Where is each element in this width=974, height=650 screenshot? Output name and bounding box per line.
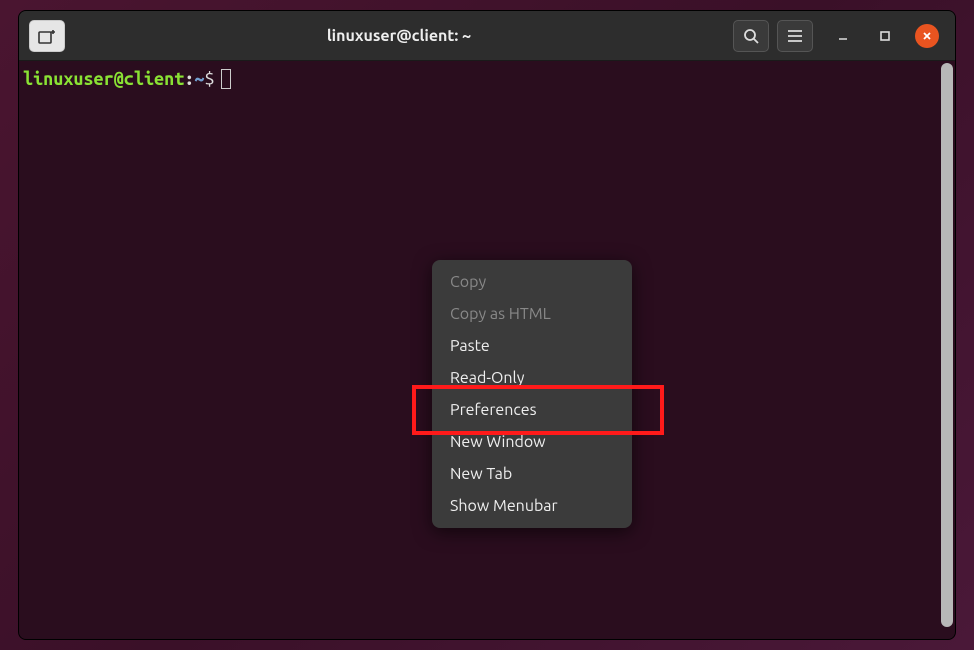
prompt-path: ~ <box>194 69 204 89</box>
search-icon <box>743 28 759 44</box>
maximize-icon <box>879 30 891 42</box>
menu-item-copy-as-html: Copy as HTML <box>432 298 632 330</box>
titlebar: linuxuser@client: ~ <box>19 11 955 61</box>
hamburger-icon <box>787 29 803 43</box>
prompt-colon: : <box>184 69 194 89</box>
window-title: linuxuser@client: ~ <box>73 27 725 45</box>
cursor <box>221 69 231 89</box>
menu-item-read-only[interactable]: Read-Only <box>432 362 632 394</box>
menu-item-new-tab[interactable]: New Tab <box>432 458 632 490</box>
scrollbar[interactable] <box>941 63 953 627</box>
prompt-dollar: $ <box>204 69 214 89</box>
close-icon <box>921 30 933 42</box>
prompt-user-host: linuxuser@client <box>23 69 184 89</box>
menu-item-preferences[interactable]: Preferences <box>432 394 632 426</box>
hamburger-menu-button[interactable] <box>777 20 813 52</box>
minimize-icon <box>837 30 849 42</box>
menu-item-new-window[interactable]: New Window <box>432 426 632 458</box>
close-button[interactable] <box>915 24 939 48</box>
maximize-button[interactable] <box>873 24 897 48</box>
minimize-button[interactable] <box>831 24 855 48</box>
menu-item-paste[interactable]: Paste <box>432 330 632 362</box>
search-button[interactable] <box>733 20 769 52</box>
menu-item-copy: Copy <box>432 266 632 298</box>
new-tab-button[interactable] <box>29 20 65 52</box>
menu-item-show-menubar[interactable]: Show Menubar <box>432 490 632 522</box>
prompt-line: linuxuser@client:~$ <box>23 69 951 89</box>
new-tab-icon <box>38 28 56 44</box>
context-menu: Copy Copy as HTML Paste Read-Only Prefer… <box>432 260 632 528</box>
window-controls <box>831 24 939 48</box>
